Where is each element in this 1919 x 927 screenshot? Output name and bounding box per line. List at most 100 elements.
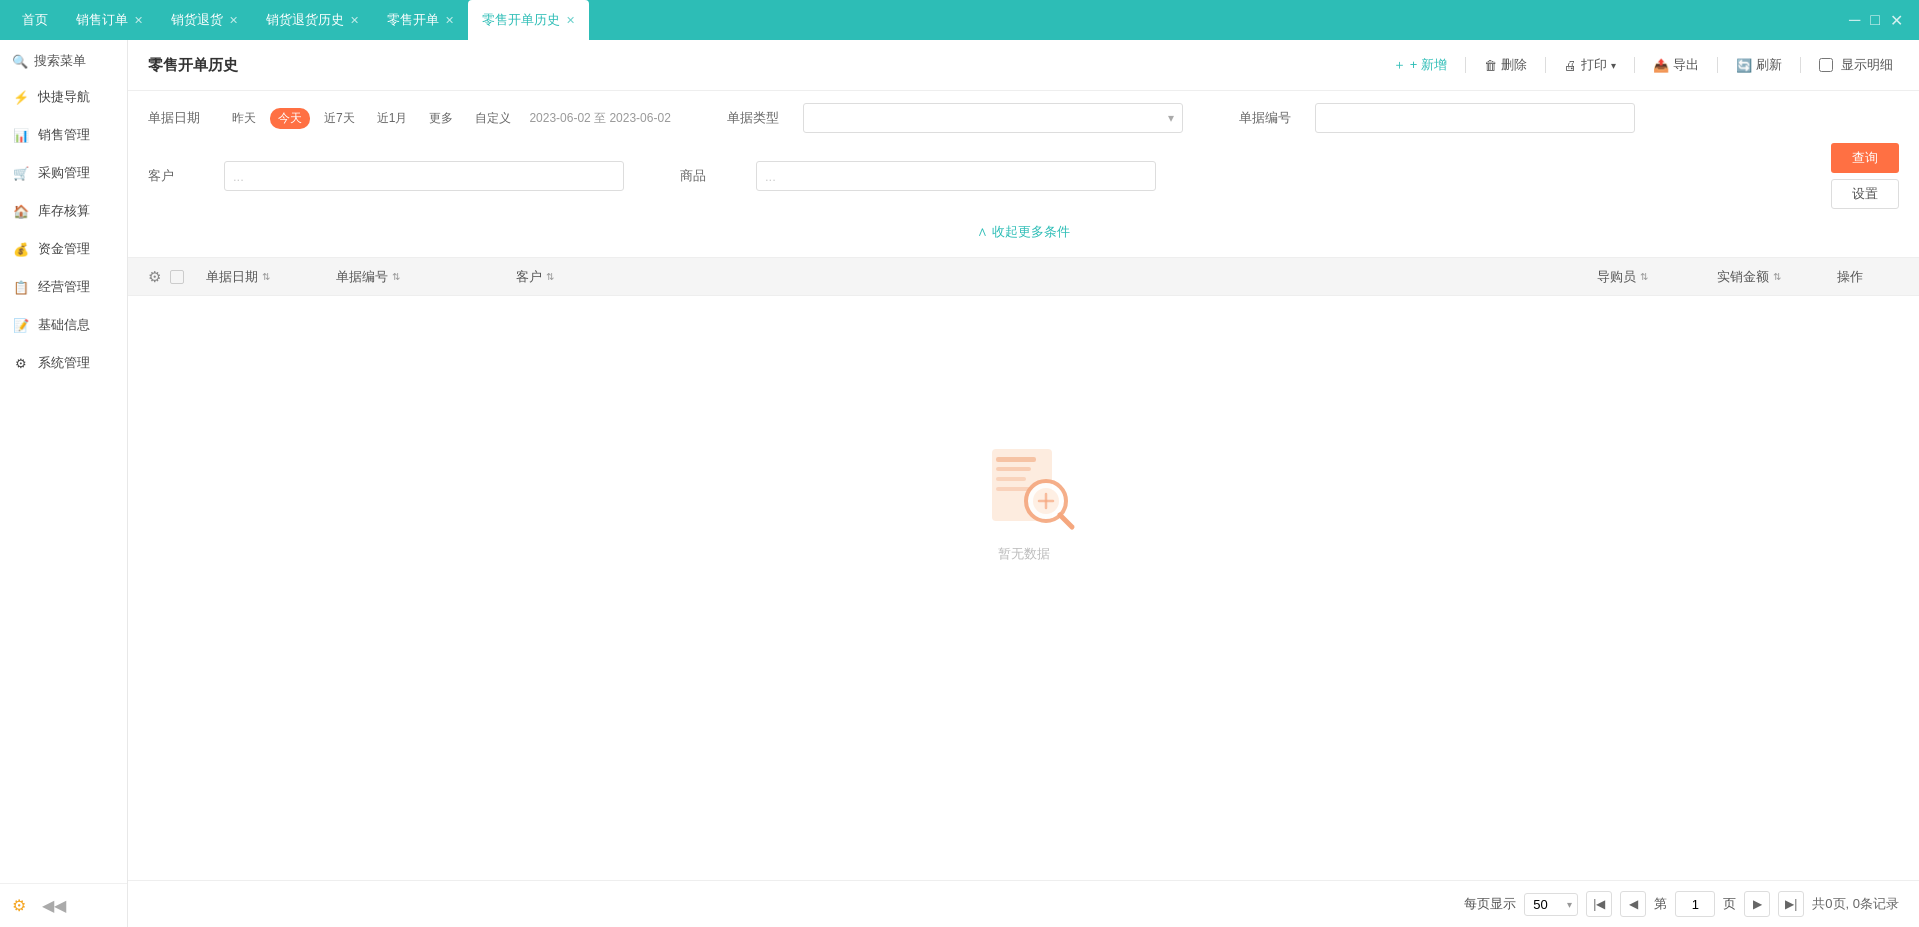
page-label: 第 [1654,895,1667,913]
th-num[interactable]: 单据编号 ⇅ [328,268,508,286]
date-1month[interactable]: 近1月 [369,108,416,129]
tab-close-retail-history[interactable]: ✕ [566,14,575,27]
page-suffix: 页 [1723,895,1736,913]
tab-close-sales-return-history[interactable]: ✕ [350,14,359,27]
order-type-select[interactable]: ▾ [803,103,1183,133]
per-page-label: 每页显示 [1464,895,1516,913]
sidebar-item-system[interactable]: ⚙ 系统管理 [0,344,127,382]
tab-close-sales-return[interactable]: ✕ [229,14,238,27]
tab-close-retail-open[interactable]: ✕ [445,14,454,27]
tab-sales-return[interactable]: 销货退货 ✕ [157,0,252,40]
toolbar-divider-3 [1634,57,1635,73]
th-checkbox[interactable] [170,270,198,284]
toolbar-divider-1 [1465,57,1466,73]
sidebar-item-sales-mgmt[interactable]: 📊 销售管理 [0,116,127,154]
table-header: ⚙ 单据日期 ⇅ 单据编号 ⇅ 客户 ⇅ 导购员 [128,258,1919,296]
sidebar-item-purchase-mgmt[interactable]: 🛒 采购管理 [0,154,127,192]
th-ops: 操作 [1829,268,1909,286]
th-settings[interactable]: ⚙ [138,268,170,286]
tab-sales-order[interactable]: 销售订单 ✕ [62,0,157,40]
filter-row-1: 单据日期 昨天 今天 近7天 近1月 更多 自定义 2023-06-02 至 2… [148,103,1899,133]
page-input[interactable] [1675,891,1715,917]
th-guide[interactable]: 导购员 ⇅ [1589,268,1709,286]
sidebar-item-quick-nav[interactable]: ⚡ 快捷导航 [0,78,127,116]
sidebar-item-inventory[interactable]: 🏠 库存核算 [0,192,127,230]
date-custom[interactable]: 自定义 [467,108,519,129]
filter-dates: 昨天 今天 近7天 近1月 更多 自定义 2023-06-02 至 2023-0… [224,108,671,129]
page-prev-button[interactable]: ◀ [1620,891,1646,917]
close-button[interactable]: ✕ [1890,11,1903,30]
date-label: 单据日期 [148,109,208,127]
th-customer[interactable]: 客户 ⇅ [508,268,1589,286]
page-total: 共0页, 0条记录 [1812,895,1899,913]
product-placeholder: ... [765,169,776,184]
delete-button[interactable]: 🗑 删除 [1478,52,1533,78]
sidebar-item-operations[interactable]: 📋 经营管理 [0,268,127,306]
tab-close-sales-order[interactable]: ✕ [134,14,143,27]
page-first-button[interactable]: |◀ [1586,891,1612,917]
date-yesterday[interactable]: 昨天 [224,108,264,129]
query-button[interactable]: 查询 [1831,143,1899,173]
export-button[interactable]: 📤 导出 [1647,52,1705,78]
select-all-checkbox[interactable] [170,270,184,284]
tab-retail-open[interactable]: 零售开单 ✕ [373,0,468,40]
collapse-sidebar-icon[interactable]: ◀◀ [42,896,66,915]
refresh-button[interactable]: 🔄 刷新 [1730,52,1788,78]
date-more[interactable]: 更多 [421,108,461,129]
page-next-button[interactable]: ▶ [1744,891,1770,917]
per-page-select[interactable]: 10 20 50 100 [1524,893,1578,916]
empty-illustration [974,429,1084,539]
product-label: 商品 [680,167,740,185]
sort-customer-icon: ⇅ [546,271,554,282]
sidebar-item-basic-info[interactable]: 📝 基础信息 [0,306,127,344]
tab-sales-return-history[interactable]: 销货退货历史 ✕ [252,0,373,40]
filter-area: 单据日期 昨天 今天 近7天 近1月 更多 自定义 2023-06-02 至 2… [128,91,1919,258]
column-settings-icon[interactable]: ⚙ [148,268,161,285]
export-icon: 📤 [1653,58,1669,73]
print-dropdown-icon: ▾ [1611,60,1616,71]
order-type-dropdown-icon: ▾ [1168,111,1174,125]
settings-bottom-icon[interactable]: ⚙ [12,896,26,915]
order-num-input[interactable] [1315,103,1635,133]
date-7days[interactable]: 近7天 [316,108,363,129]
empty-icon [974,429,1074,529]
page-header: 零售开单历史 ＋ + 新增 🗑 删除 🖨 打印 ▾ [128,40,1919,91]
customer-placeholder: ... [233,169,244,184]
add-button[interactable]: ＋ + 新增 [1387,52,1453,78]
display-detail-button[interactable]: 显示明细 [1813,52,1899,78]
filter-row-2: 客户 ... 商品 ... 查询 设置 [148,143,1899,209]
product-select[interactable]: ... [756,161,1156,191]
purchase-mgmt-icon: 🛒 [12,164,30,182]
sidebar-search[interactable]: 🔍 搜索菜单 [0,40,127,78]
minimize-button[interactable]: ─ [1849,11,1860,29]
search-icon: 🔍 [12,54,28,69]
th-amount[interactable]: 实销金额 ⇅ [1709,268,1829,286]
window-controls: ─ □ ✕ [1849,11,1911,30]
th-date[interactable]: 单据日期 ⇅ [198,268,328,286]
customer-label: 客户 [148,167,208,185]
customer-select[interactable]: ... [224,161,624,191]
maximize-button[interactable]: □ [1870,11,1880,29]
tab-home[interactable]: 首页 [8,0,62,40]
sales-mgmt-icon: 📊 [12,126,30,144]
system-icon: ⚙ [12,354,30,372]
print-button[interactable]: 🖨 打印 ▾ [1558,52,1622,78]
quick-nav-icon: ⚡ [12,88,30,106]
date-range-display: 2023-06-02 至 2023-06-02 [529,110,670,127]
add-icon: ＋ [1393,56,1406,74]
content-area: 零售开单历史 ＋ + 新增 🗑 删除 🖨 打印 ▾ [128,40,1919,927]
svg-rect-1 [996,457,1036,462]
order-type-label: 单据类型 [727,109,787,127]
page-last-button[interactable]: ▶| [1778,891,1804,917]
collapse-filter-button[interactable]: ∧ 收起更多条件 [148,219,1899,245]
delete-icon: 🗑 [1484,58,1497,73]
sidebar-item-finance[interactable]: 💰 资金管理 [0,230,127,268]
inventory-icon: 🏠 [12,202,30,220]
pagination-bar: 每页显示 10 20 50 100 ▾ |◀ ◀ 第 页 ▶ ▶| 共0页, 0… [128,880,1919,927]
display-detail-checkbox[interactable] [1819,58,1833,72]
tab-retail-history[interactable]: 零售开单历史 ✕ [468,0,589,40]
date-today[interactable]: 今天 [270,108,310,129]
settings-button[interactable]: 设置 [1831,179,1899,209]
toolbar-divider-4 [1717,57,1718,73]
toolbar-divider-5 [1800,57,1801,73]
